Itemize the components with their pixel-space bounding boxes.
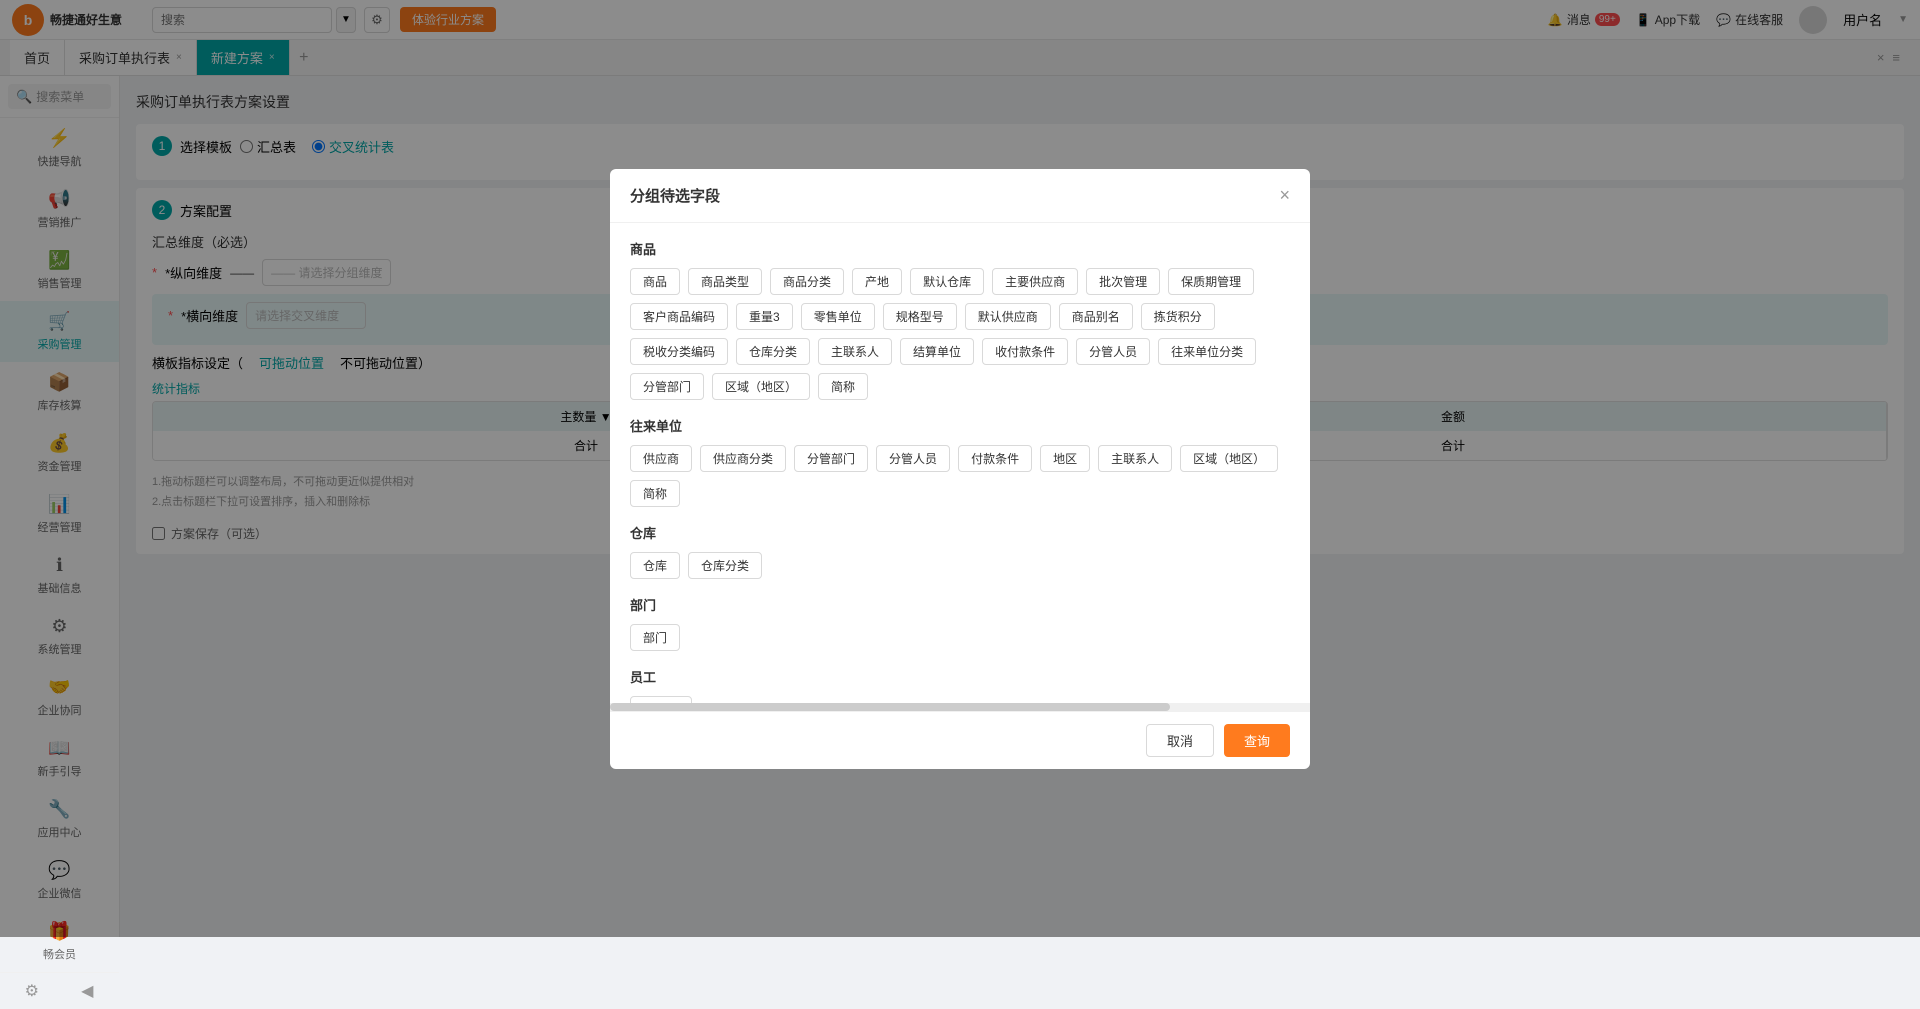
tag-item[interactable]: 商品 bbox=[630, 268, 680, 295]
modal-section-title: 员工 bbox=[630, 667, 1290, 686]
tag-item[interactable]: 仓库 bbox=[630, 552, 680, 579]
tag-item[interactable]: 税收分类编码 bbox=[630, 338, 728, 365]
tag-item[interactable]: 供应商分类 bbox=[700, 445, 786, 472]
modal-bottom-scrollbar[interactable] bbox=[610, 703, 1310, 711]
tag-item[interactable]: 分管部门 bbox=[794, 445, 868, 472]
tag-grid: 商品商品类型商品分类产地默认仓库主要供应商批次管理保质期管理客户商品编码重量3 零… bbox=[630, 268, 1290, 400]
modal-section-title: 商品 bbox=[630, 239, 1290, 258]
tag-grid: 供应商供应商分类分管部门分管人员付款条件地区主联系人区域（地区） 简称 bbox=[630, 445, 1290, 507]
modal-header: 分组待选字段 × bbox=[610, 169, 1310, 223]
modal-section-title: 仓库 bbox=[630, 523, 1290, 542]
modal-section-title: 往来单位 bbox=[630, 416, 1290, 435]
sidebar-item-label: 畅会员 bbox=[43, 946, 76, 962]
tag-item[interactable]: 商品类型 bbox=[688, 268, 762, 295]
tag-item[interactable]: 供应商 bbox=[630, 445, 692, 472]
tag-item[interactable]: 仓库分类 bbox=[736, 338, 810, 365]
tag-item[interactable]: 批次管理 bbox=[1086, 268, 1160, 295]
tag-item[interactable]: 主联系人 bbox=[1098, 445, 1172, 472]
tag-item[interactable]: 默认供应商 bbox=[965, 303, 1051, 330]
tag-grid: 仓库仓库分类 bbox=[630, 552, 1290, 579]
tag-item[interactable]: 付款条件 bbox=[958, 445, 1032, 472]
confirm-button[interactable]: 查询 bbox=[1224, 724, 1290, 757]
tag-item[interactable]: 拣货积分 bbox=[1141, 303, 1215, 330]
tag-item[interactable]: 收付款条件 bbox=[982, 338, 1068, 365]
tag-item[interactable]: 简称 bbox=[630, 480, 680, 507]
tag-item[interactable]: 区域（地区） bbox=[1180, 445, 1278, 472]
tag-item[interactable]: 分管部门 bbox=[630, 373, 704, 400]
tag-item[interactable]: 默认仓库 bbox=[910, 268, 984, 295]
tag-item[interactable]: 规格型号 bbox=[883, 303, 957, 330]
modal-bottom-thumb bbox=[610, 703, 1170, 711]
modal-footer: 取消 查询 bbox=[610, 711, 1310, 769]
tag-item[interactable]: 客户商品编码 bbox=[630, 303, 728, 330]
tag-grid: 业务员 bbox=[630, 696, 1290, 703]
tag-grid: 部门 bbox=[630, 624, 1290, 651]
tag-item[interactable]: 主联系人 bbox=[818, 338, 892, 365]
tag-item[interactable]: 仓库分类 bbox=[688, 552, 762, 579]
tag-item[interactable]: 区域（地区） bbox=[712, 373, 810, 400]
tag-item[interactable]: 简称 bbox=[818, 373, 868, 400]
modal-body: 商品商品商品类型商品分类产地默认仓库主要供应商批次管理保质期管理客户商品编码重量… bbox=[610, 223, 1310, 703]
sidebar-bottom: ⚙ ◀ bbox=[0, 972, 119, 1009]
tag-item[interactable]: 保质期管理 bbox=[1168, 268, 1254, 295]
field-select-modal: 分组待选字段 × 商品商品商品类型商品分类产地默认仓库主要供应商批次管理保质期管… bbox=[610, 169, 1310, 769]
tag-item[interactable]: 部门 bbox=[630, 624, 680, 651]
tag-item[interactable]: 地区 bbox=[1040, 445, 1090, 472]
tag-item[interactable]: 主要供应商 bbox=[992, 268, 1078, 295]
tag-item[interactable]: 分管人员 bbox=[876, 445, 950, 472]
modal-overlay: 分组待选字段 × 商品商品商品类型商品分类产地默认仓库主要供应商批次管理保质期管… bbox=[0, 0, 1920, 937]
tag-item[interactable]: 往来单位分类 bbox=[1158, 338, 1256, 365]
tag-item[interactable]: 结算单位 bbox=[900, 338, 974, 365]
sidebar-setting-button[interactable]: ⚙ bbox=[8, 981, 56, 1001]
tag-item[interactable]: 零售单位 bbox=[801, 303, 875, 330]
cancel-button[interactable]: 取消 bbox=[1146, 724, 1214, 757]
sidebar-collapse-button[interactable]: ◀ bbox=[64, 981, 112, 1001]
tag-item[interactable]: 重量3 bbox=[736, 303, 793, 330]
tag-item[interactable]: 业务员 bbox=[630, 696, 692, 703]
tag-item[interactable]: 分管人员 bbox=[1076, 338, 1150, 365]
tag-item[interactable]: 产地 bbox=[852, 268, 902, 295]
tag-item[interactable]: 商品分类 bbox=[770, 268, 844, 295]
modal-close-button[interactable]: × bbox=[1279, 185, 1290, 206]
modal-title: 分组待选字段 bbox=[630, 185, 720, 206]
tag-item[interactable]: 商品别名 bbox=[1059, 303, 1133, 330]
modal-section-title: 部门 bbox=[630, 595, 1290, 614]
